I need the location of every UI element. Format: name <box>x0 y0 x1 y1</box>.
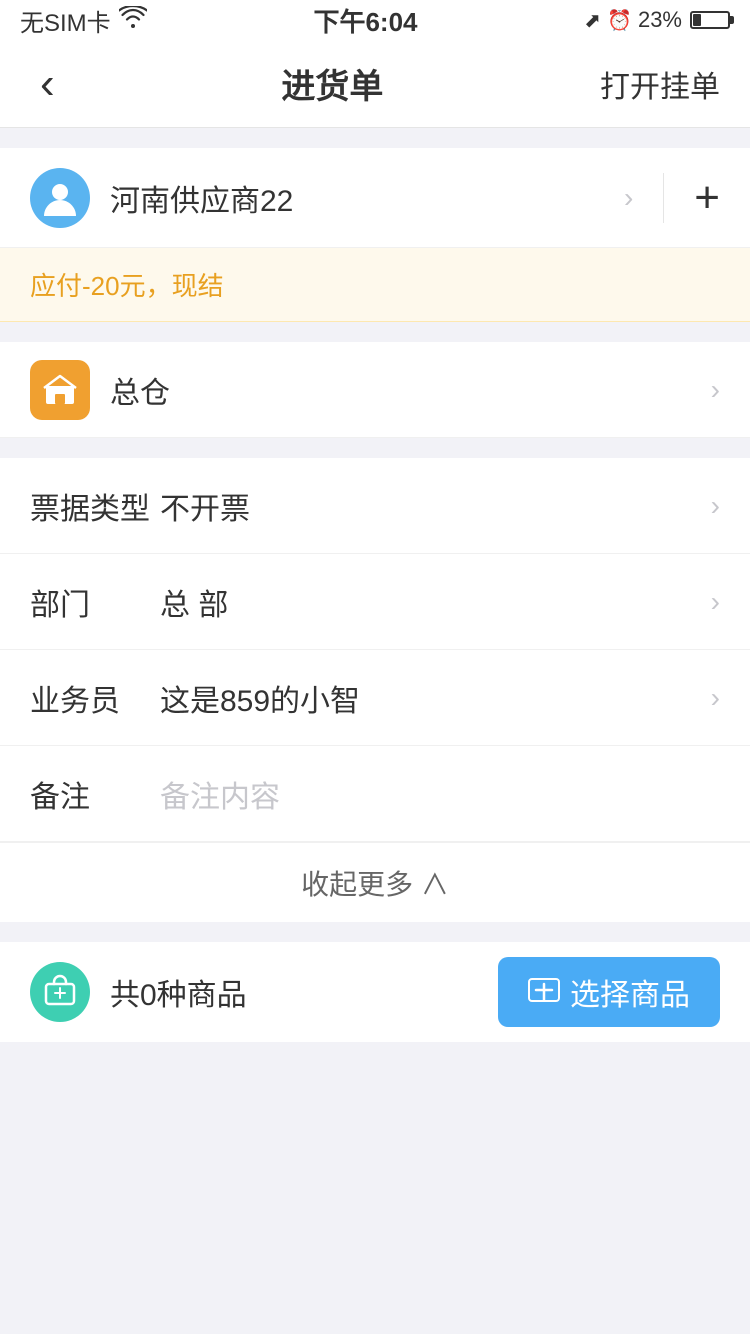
back-button[interactable]: ‹ <box>30 49 65 119</box>
supplier-section: 河南供应商22 › + 应付-20元，现结 <box>0 148 750 322</box>
supplier-divider <box>663 173 664 223</box>
warehouse-icon-wrap <box>30 360 90 420</box>
remark-label: 备注 <box>30 772 160 816</box>
collapse-button[interactable]: 收起更多 ∧ <box>0 842 750 922</box>
department-value: 总 部 <box>160 580 711 624</box>
page-title: 进货单 <box>281 59 383 108</box>
remark-row[interactable]: 备注 备注内容 <box>0 746 750 842</box>
department-label: 部门 <box>30 580 160 624</box>
section-divider-1 <box>0 128 750 148</box>
open-pending-button[interactable]: 打开挂单 <box>600 62 720 106</box>
status-left: 无SIM卡 <box>20 3 147 38</box>
invoice-type-value: 不开票 <box>160 484 711 528</box>
battery-percent: 23% <box>638 7 682 33</box>
salesperson-label: 业务员 <box>30 676 160 720</box>
warehouse-chevron-icon: › <box>711 374 720 406</box>
location-icon: ⬈ <box>584 8 601 33</box>
supplier-name: 河南供应商22 <box>110 176 624 220</box>
invoice-type-chevron-icon: › <box>711 490 720 522</box>
invoice-type-label: 票据类型 <box>30 484 160 528</box>
warehouse-label: 总仓 <box>110 368 711 412</box>
battery-icon <box>690 11 730 29</box>
carrier-label: 无SIM卡 <box>20 3 111 38</box>
department-row[interactable]: 部门 总 部 › <box>0 554 750 650</box>
wifi-icon <box>119 6 147 35</box>
nav-bar: ‹ 进货单 打开挂单 <box>0 40 750 128</box>
collapse-label: 收起更多 ∧ <box>301 863 449 903</box>
notice-text: 应付-20元，现结 <box>30 271 224 301</box>
supplier-row[interactable]: 河南供应商22 › + <box>0 148 750 248</box>
select-product-label: 选择商品 <box>570 970 690 1014</box>
status-time: 下午6:04 <box>313 2 417 39</box>
status-right: ⬈ ⏰ 23% <box>584 7 730 33</box>
salesperson-value: 这是859的小智 <box>160 676 711 720</box>
invoice-type-row[interactable]: 票据类型 不开票 › <box>0 458 750 554</box>
section-divider-3 <box>0 438 750 458</box>
add-supplier-button[interactable]: + <box>694 173 720 223</box>
select-product-button[interactable]: 选择商品 <box>498 957 720 1027</box>
form-section: 票据类型 不开票 › 部门 总 部 › 业务员 这是859的小智 › 备注 备注… <box>0 458 750 922</box>
alarm-icon: ⏰ <box>607 8 632 33</box>
supplier-chevron-icon: › <box>624 182 633 214</box>
department-chevron-icon: › <box>711 586 720 618</box>
remark-placeholder: 备注内容 <box>160 772 720 816</box>
salesperson-chevron-icon: › <box>711 682 720 714</box>
product-count: 共0种商品 <box>110 970 498 1014</box>
notice-bar: 应付-20元，现结 <box>0 248 750 322</box>
warehouse-row[interactable]: 总仓 › <box>0 342 750 438</box>
status-bar: 无SIM卡 下午6:04 ⬈ ⏰ 23% <box>0 0 750 40</box>
supplier-avatar <box>30 168 90 228</box>
section-divider-2 <box>0 322 750 342</box>
product-icon-wrap <box>30 962 90 1022</box>
salesperson-row[interactable]: 业务员 这是859的小智 › <box>0 650 750 746</box>
bottom-section: 共0种商品 选择商品 <box>0 942 750 1042</box>
